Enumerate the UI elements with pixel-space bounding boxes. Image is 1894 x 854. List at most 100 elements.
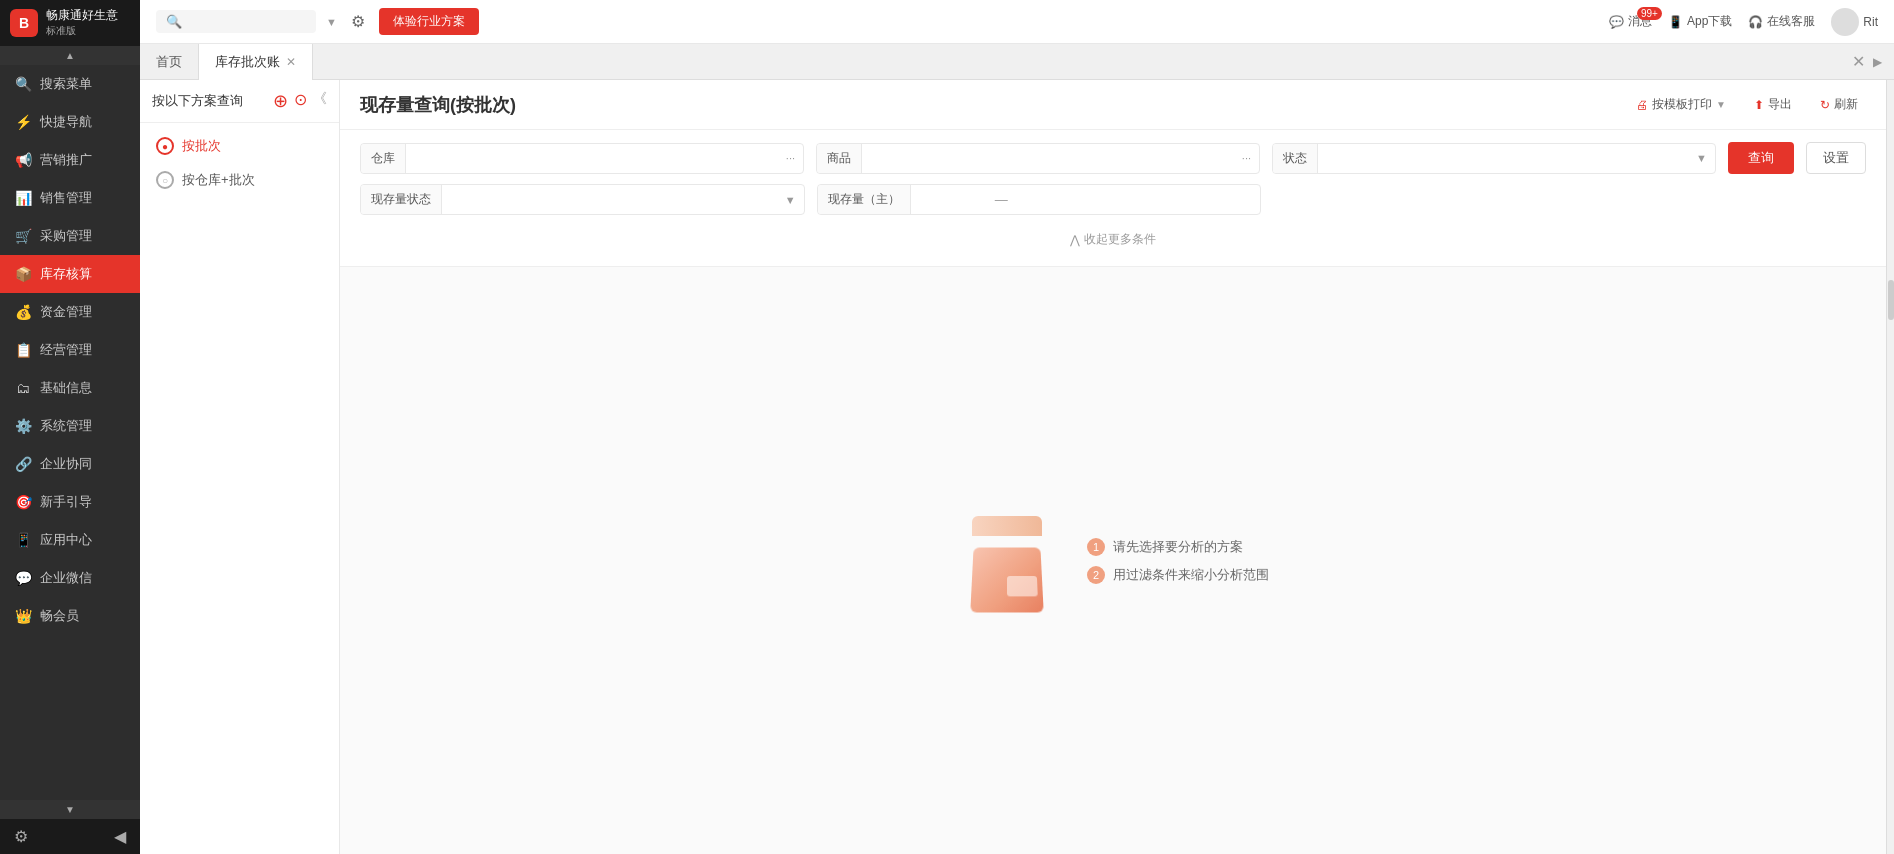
scheme-list: ● 按批次 ○ 按仓库+批次	[140, 123, 339, 203]
stock-qty-label: 现存量（主）	[818, 185, 911, 214]
collapse-panel-icon[interactable]: 《	[313, 90, 327, 112]
sidebar-footer: ⚙ ◀	[0, 819, 140, 854]
product-more-btn[interactable]: ···	[1234, 146, 1259, 170]
box-face	[1007, 576, 1038, 596]
sidebar-item-system[interactable]: ⚙️ 系统管理	[0, 407, 140, 445]
sidebar-scroll-down[interactable]: ▼	[0, 800, 140, 819]
stock-status-dropdown-icon[interactable]: ▼	[777, 188, 804, 212]
sidebar-item-marketing[interactable]: 📢 营销推广	[0, 141, 140, 179]
topbar-search-area[interactable]: 🔍	[156, 10, 316, 33]
phone-download-icon: 📱	[1668, 15, 1683, 29]
target-icon: 🎯	[14, 493, 32, 511]
sidebar-item-inventory[interactable]: 📦 库存核算	[0, 255, 140, 293]
query-btn[interactable]: 查询	[1728, 142, 1794, 174]
topbar: 🔍 ▼ ⚙ 体验行业方案 💬 消息 99+ 📱 App下载 🎧 在线客服 Rit	[140, 0, 1894, 44]
right-scrollbar[interactable]	[1886, 80, 1894, 854]
empty-tips: 1 请先选择要分析的方案 2 用过滤条件来缩小分析范围	[1087, 538, 1269, 584]
stock-qty-max-input[interactable]	[1012, 187, 1092, 213]
status-field: 状态 ▼	[1272, 143, 1716, 174]
tip-num-2: 2	[1087, 566, 1105, 584]
box-icon: 📦	[14, 265, 32, 283]
sidebar-nav: 🔍 搜索菜单 ⚡ 快捷导航 📢 营销推广 📊 销售管理 🛒 采购管理 📦 库存核…	[0, 65, 140, 800]
scheme-active-icon: ●	[156, 137, 174, 155]
message-icon: 💬	[1609, 15, 1624, 29]
settings-btn[interactable]: 设置	[1806, 142, 1866, 174]
sidebar-item-basic[interactable]: 🗂 基础信息	[0, 369, 140, 407]
status-dropdown-icon[interactable]: ▼	[1688, 146, 1715, 170]
tab-home[interactable]: 首页	[140, 44, 199, 80]
topbar-settings-icon[interactable]: ⚙	[347, 8, 369, 35]
sidebar: B 畅康通好生意 标准版 ▲ 🔍 搜索菜单 ⚡ 快捷导航 📢 营销推广 📊 销售…	[0, 0, 140, 854]
app-download-btn[interactable]: 📱 App下载	[1668, 13, 1732, 30]
money-icon: 💰	[14, 303, 32, 321]
export-icon: ⬆	[1754, 98, 1764, 112]
sidebar-item-purchase[interactable]: 🛒 采购管理	[0, 217, 140, 255]
warehouse-more-btn[interactable]: ···	[778, 146, 803, 170]
collapse-conditions-btn[interactable]: ⋀ 收起更多条件	[360, 225, 1866, 254]
sidebar-item-operations[interactable]: 📋 经营管理	[0, 331, 140, 369]
scheme-settings-icon[interactable]: ⊙	[294, 90, 307, 112]
tab-batch-account[interactable]: 库存批次账 ✕	[199, 44, 313, 80]
export-btn[interactable]: ⬆ 导出	[1746, 92, 1800, 117]
sidebar-item-enterprise[interactable]: 🔗 企业协同	[0, 445, 140, 483]
collapse-sidebar-icon[interactable]: ◀	[114, 827, 126, 846]
refresh-btn[interactable]: ↻ 刷新	[1812, 92, 1866, 117]
add-scheme-icon[interactable]: ⊕	[273, 90, 288, 112]
left-panel-actions: ⊕ ⊙ 《	[273, 90, 327, 112]
sidebar-item-wechat[interactable]: 💬 企业微信	[0, 559, 140, 597]
topbar-search-input[interactable]	[188, 15, 288, 29]
tip-2: 2 用过滤条件来缩小分析范围	[1087, 566, 1269, 584]
left-panel: 按以下方案查询 ⊕ ⊙ 《 ● 按批次 ○ 按仓库+批次	[140, 80, 340, 854]
clipboard-icon: 📋	[14, 341, 32, 359]
sidebar-item-newbie[interactable]: 🎯 新手引导	[0, 483, 140, 521]
topbar-actions: 💬 消息 99+ 📱 App下载 🎧 在线客服 Rit	[1609, 8, 1878, 36]
sidebar-item-shortcut[interactable]: ⚡ 快捷导航	[0, 103, 140, 141]
sidebar-logo: B	[10, 9, 38, 37]
panel-close-icon[interactable]: ✕	[1852, 52, 1865, 71]
left-panel-header: 按以下方案查询 ⊕ ⊙ 《	[140, 80, 339, 123]
headset-icon: 🎧	[1748, 15, 1763, 29]
print-icon: 🖨	[1636, 98, 1648, 112]
topbar-search-icon: 🔍	[166, 14, 182, 29]
sidebar-scroll-up[interactable]: ▲	[0, 46, 140, 65]
sidebar-item-finance[interactable]: 💰 资金管理	[0, 293, 140, 331]
scrollbar-thumb	[1888, 280, 1894, 320]
product-label: 商品	[817, 144, 862, 173]
settings-icon[interactable]: ⚙	[14, 827, 28, 846]
tab-close-icon[interactable]: ✕	[286, 55, 296, 69]
refresh-icon: ↻	[1820, 98, 1830, 112]
panel-expand-icon[interactable]: ▶	[1873, 55, 1882, 69]
trial-btn[interactable]: 体验行业方案	[379, 8, 479, 35]
user-avatar-btn[interactable]: Rit	[1831, 8, 1878, 36]
cart-icon: 🛒	[14, 227, 32, 245]
link-icon: 🔗	[14, 455, 32, 473]
sidebar-item-member[interactable]: 👑 畅会员	[0, 597, 140, 635]
sidebar-item-appstore[interactable]: 📱 应用中心	[0, 521, 140, 559]
status-label: 状态	[1273, 144, 1318, 173]
sidebar-item-sales[interactable]: 📊 销售管理	[0, 179, 140, 217]
sidebar-item-search[interactable]: 🔍 搜索菜单	[0, 65, 140, 103]
search-icon: 🔍	[14, 75, 32, 93]
online-service-btn[interactable]: 🎧 在线客服	[1748, 13, 1815, 30]
message-badge: 99+	[1637, 7, 1662, 20]
dropdown-chevron-icon[interactable]: ▼	[326, 16, 337, 28]
stock-qty-min-input[interactable]	[911, 187, 991, 213]
print-template-btn[interactable]: 🖨 按模板打印 ▼	[1628, 92, 1734, 117]
scheme-item-by-batch[interactable]: ● 按批次	[140, 129, 339, 163]
warehouse-input[interactable]	[406, 145, 778, 171]
right-panel: 现存量查询(按批次) 🖨 按模板打印 ▼ ⬆ 导出 ↻ 刷新	[340, 80, 1886, 854]
avatar	[1831, 8, 1859, 36]
scheme-item-by-warehouse-batch[interactable]: ○ 按仓库+批次	[140, 163, 339, 197]
box-top	[972, 516, 1042, 536]
crown-icon: 👑	[14, 607, 32, 625]
status-value	[1318, 152, 1688, 164]
empty-illustration	[957, 511, 1057, 611]
warehouse-label: 仓库	[361, 144, 406, 173]
product-field: 商品 ···	[816, 143, 1260, 174]
megaphone-icon: 📢	[14, 151, 32, 169]
message-btn[interactable]: 💬 消息 99+	[1609, 13, 1652, 30]
empty-state: 1 请先选择要分析的方案 2 用过滤条件来缩小分析范围	[340, 267, 1886, 854]
print-dropdown-icon[interactable]: ▼	[1716, 99, 1726, 110]
filter-row-2: 现存量状态 ▼ 现存量（主） —	[360, 184, 1866, 215]
product-input[interactable]	[862, 145, 1234, 171]
